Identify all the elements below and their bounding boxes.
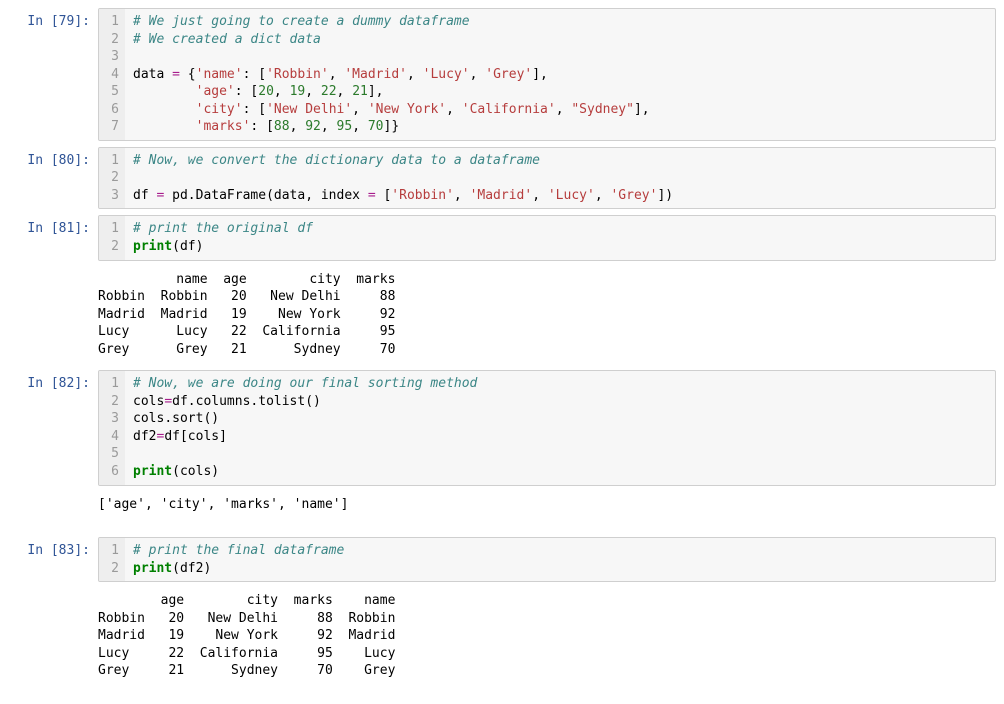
- prompt-in-80: In [80]:: [8, 147, 98, 168]
- code-block[interactable]: # print the final dataframe print(df2): [125, 538, 352, 581]
- code-cell-83: In [83]: 1 2 # print the final dataframe…: [8, 537, 996, 582]
- line-gutter: 1 2: [99, 216, 125, 259]
- prompt-out-empty: .: [8, 492, 98, 513]
- code-block[interactable]: # We just going to create a dummy datafr…: [125, 9, 658, 140]
- prompt-out-empty: .: [8, 588, 98, 609]
- output-cell-83: . age city marks name Robbin 20 New Delh…: [8, 588, 996, 686]
- input-area-82[interactable]: 1 2 3 4 5 6 # Now, we are doing our fina…: [98, 370, 996, 485]
- line-gutter: 1 2 3 4 5 6: [99, 371, 125, 484]
- prompt-in-79: In [79]:: [8, 8, 98, 29]
- code-block[interactable]: # Now, we convert the dictionary data to…: [125, 148, 681, 209]
- output-cell-82: . ['age', 'city', 'marks', 'name']: [8, 492, 996, 520]
- stdout: name age city marks Robbin Robbin 20 New…: [98, 269, 996, 359]
- prompt-in-81: In [81]:: [8, 215, 98, 236]
- code-cell-79: In [79]: 1 2 3 4 5 6 7 # We just going t…: [8, 8, 996, 141]
- prompt-in-82: In [82]:: [8, 370, 98, 391]
- input-area-80[interactable]: 1 2 3 # Now, we convert the dictionary d…: [98, 147, 996, 210]
- stdout: age city marks name Robbin 20 New Delhi …: [98, 590, 996, 680]
- code-cell-81: In [81]: 1 2 # print the original df pri…: [8, 215, 996, 260]
- output-area-83: age city marks name Robbin 20 New Delhi …: [98, 588, 996, 686]
- prompt-in-83: In [83]:: [8, 537, 98, 558]
- code-cell-80: In [80]: 1 2 3 # Now, we convert the dic…: [8, 147, 996, 210]
- line-gutter: 1 2: [99, 538, 125, 581]
- code-cell-82: In [82]: 1 2 3 4 5 6 # Now, we are doing…: [8, 370, 996, 485]
- output-area-81: name age city marks Robbin Robbin 20 New…: [98, 267, 996, 365]
- code-block[interactable]: # print the original df print(df): [125, 216, 321, 259]
- line-gutter: 1 2 3 4 5 6 7: [99, 9, 125, 140]
- line-gutter: 1 2 3: [99, 148, 125, 209]
- stdout: ['age', 'city', 'marks', 'name']: [98, 494, 996, 514]
- input-area-79[interactable]: 1 2 3 4 5 6 7 # We just going to create …: [98, 8, 996, 141]
- input-area-81[interactable]: 1 2 # print the original df print(df): [98, 215, 996, 260]
- code-block[interactable]: # Now, we are doing our final sorting me…: [125, 371, 485, 484]
- prompt-out-empty: .: [8, 267, 98, 288]
- output-cell-81: . name age city marks Robbin Robbin 20 N…: [8, 267, 996, 365]
- output-area-82: ['age', 'city', 'marks', 'name']: [98, 492, 996, 520]
- input-area-83[interactable]: 1 2 # print the final dataframe print(df…: [98, 537, 996, 582]
